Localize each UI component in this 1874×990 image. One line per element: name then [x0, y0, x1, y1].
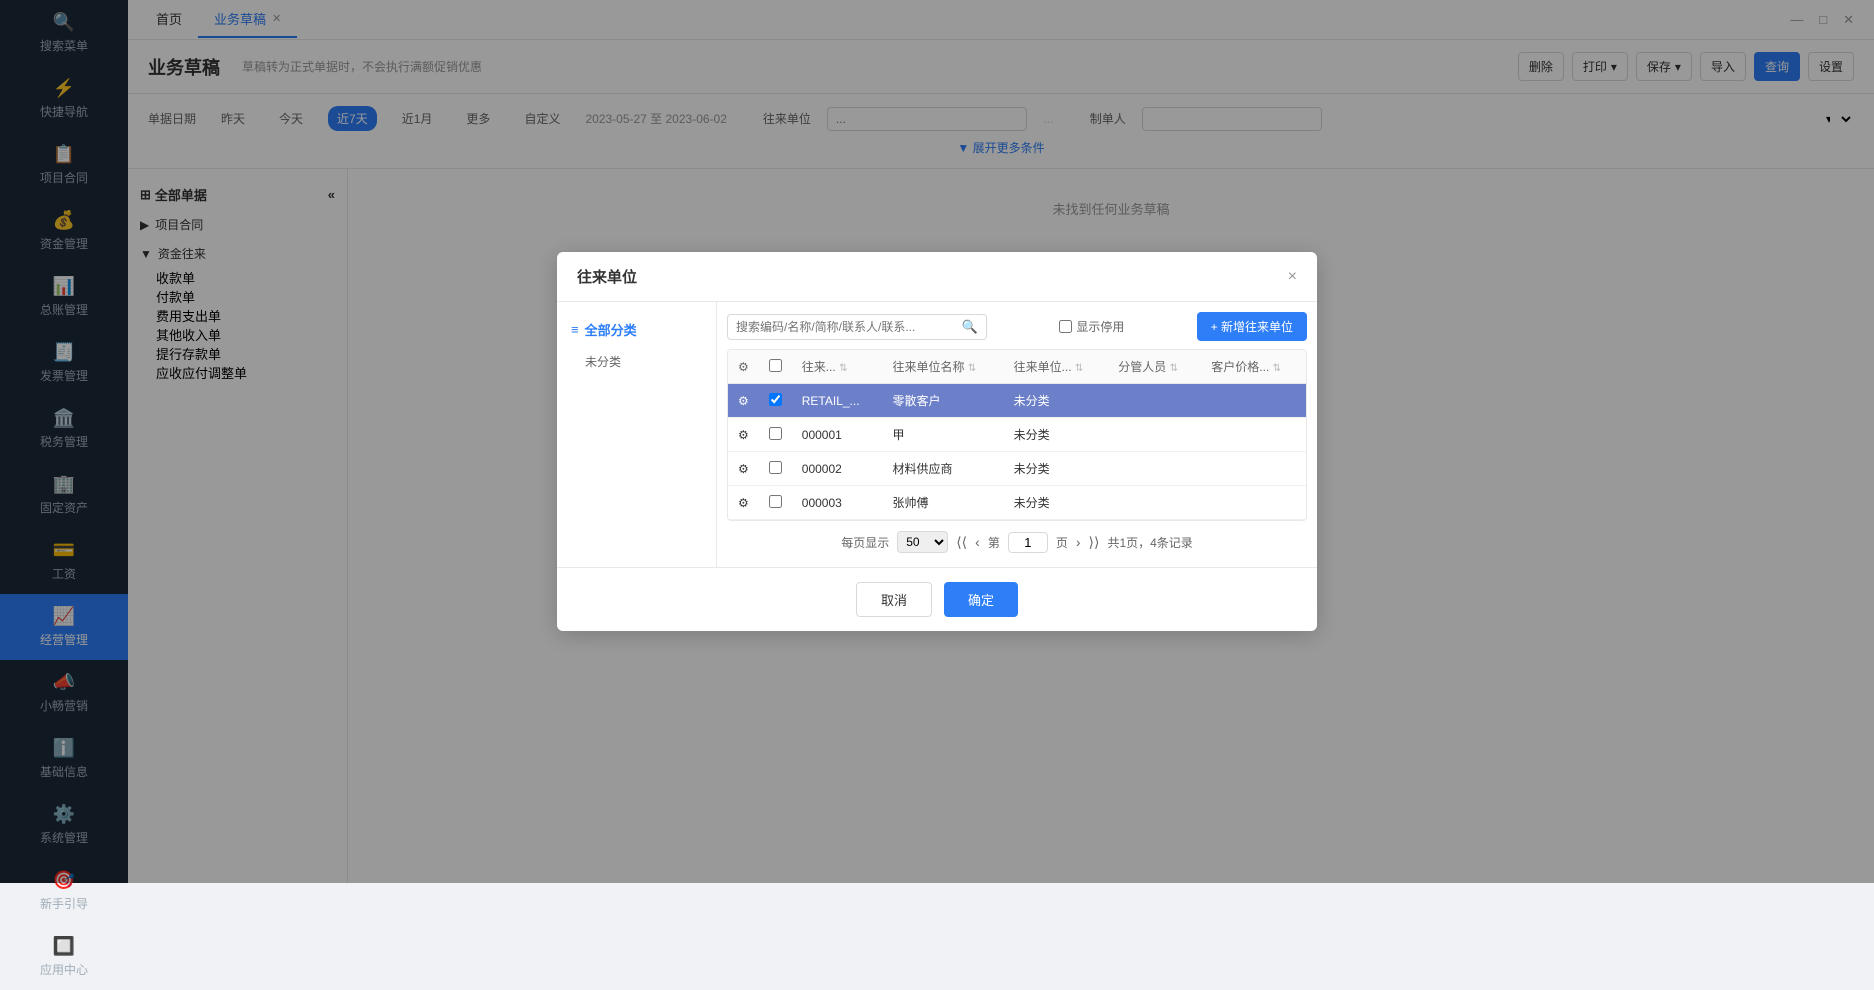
confirm-button[interactable]: 确定: [944, 582, 1018, 617]
first-page-btn[interactable]: ⟨⟨: [956, 534, 967, 551]
col-category[interactable]: 往来单位... ⇅: [1004, 350, 1109, 384]
modal-close-btn[interactable]: ×: [1288, 268, 1297, 286]
row-person: [1108, 486, 1201, 520]
row-person: [1108, 418, 1201, 452]
next-page-btn[interactable]: ›: [1076, 534, 1081, 550]
col-checkbox: [759, 350, 792, 384]
row-checkbox[interactable]: [759, 486, 792, 520]
col-price[interactable]: 客户价格... ⇅: [1201, 350, 1306, 384]
modal-overlay: 往来单位 × ≡ 全部分类 未分类 🔍: [0, 0, 1874, 883]
prev-page-btn[interactable]: ‹: [975, 534, 980, 550]
counterpart-table: ⚙ 往来... ⇅ 往来单位名称 ⇅ 往来单位... ⇅ 分管人员 ⇅ 客户价格…: [728, 350, 1306, 520]
row-person: [1108, 452, 1201, 486]
per-page-select[interactable]: 50 100: [897, 531, 948, 553]
add-counterpart-btn[interactable]: + 新增往来单位: [1197, 312, 1307, 341]
modal-table: ⚙ 往来... ⇅ 往来单位名称 ⇅ 往来单位... ⇅ 分管人员 ⇅ 客户价格…: [727, 349, 1307, 521]
row-checkbox[interactable]: [759, 418, 792, 452]
row-name: 甲: [883, 418, 1004, 452]
row-code: 000003: [792, 486, 883, 520]
modal-title: 往来单位: [577, 266, 637, 287]
row-price: [1201, 452, 1306, 486]
modal-body: ≡ 全部分类 未分类 🔍 显示停用: [557, 302, 1317, 567]
total-label: 共1页，4条记录: [1107, 534, 1192, 551]
modal-header: 往来单位 ×: [557, 252, 1317, 302]
show-disabled-checkbox[interactable]: [1059, 320, 1072, 333]
page-label-post: 页: [1056, 534, 1068, 551]
modal-footer: 取消 确定: [557, 567, 1317, 631]
per-page-label: 每页显示: [841, 534, 889, 551]
modal-right: 🔍 显示停用 + 新增往来单位 ⚙: [717, 302, 1317, 567]
row-settings[interactable]: ⚙: [728, 418, 759, 452]
row-category: 未分类: [1004, 418, 1109, 452]
modal-nav-uncategorized[interactable]: 未分类: [557, 347, 716, 376]
cancel-button[interactable]: 取消: [856, 582, 932, 617]
modal-pagination: 每页显示 50 100 ⟨⟨ ‹ 第 页 › ⟩⟩ 共1页，4条记录: [727, 521, 1307, 557]
row-checkbox[interactable]: [759, 452, 792, 486]
col-settings[interactable]: ⚙: [728, 350, 759, 384]
search-icon: 🔍: [962, 319, 978, 335]
all-categories-icon: ≡: [571, 322, 579, 337]
modal-search-input[interactable]: [736, 320, 956, 334]
row-code: 000002: [792, 452, 883, 486]
row-category: 未分类: [1004, 452, 1109, 486]
modal-nav-all[interactable]: ≡ 全部分类: [557, 312, 716, 347]
row-settings[interactable]: ⚙: [728, 452, 759, 486]
counterpart-modal: 往来单位 × ≡ 全部分类 未分类 🔍: [557, 252, 1317, 631]
modal-left-nav: ≡ 全部分类 未分类: [557, 302, 717, 567]
show-disabled-toggle[interactable]: 显示停用: [1059, 318, 1124, 335]
row-code: 000001: [792, 418, 883, 452]
page-number-input[interactable]: [1008, 532, 1048, 553]
row-name: 零散客户: [883, 384, 1004, 418]
row-settings[interactable]: ⚙: [728, 486, 759, 520]
page-label-pre: 第: [988, 534, 1000, 551]
row-name: 张帅傅: [883, 486, 1004, 520]
row-code: RETAIL_...: [792, 384, 883, 418]
row-category: 未分类: [1004, 486, 1109, 520]
row-checkbox[interactable]: [759, 384, 792, 418]
sidebar-item-appcenter[interactable]: 🔲 应用中心: [0, 924, 128, 990]
row-price: [1201, 486, 1306, 520]
col-code[interactable]: 往来... ⇅: [792, 350, 883, 384]
table-row[interactable]: ⚙ 000003 张帅傅 未分类: [728, 486, 1306, 520]
last-page-btn[interactable]: ⟩⟩: [1089, 534, 1100, 551]
select-all-checkbox[interactable]: [769, 359, 782, 372]
row-name: 材料供应商: [883, 452, 1004, 486]
col-person[interactable]: 分管人员 ⇅: [1108, 350, 1201, 384]
modal-toolbar: 🔍 显示停用 + 新增往来单位: [727, 312, 1307, 341]
row-person: [1108, 384, 1201, 418]
row-settings[interactable]: ⚙: [728, 384, 759, 418]
appcenter-icon: 🔲: [53, 936, 75, 957]
modal-search-box: 🔍: [727, 314, 987, 340]
row-category: 未分类: [1004, 384, 1109, 418]
table-row[interactable]: ⚙ 000002 材料供应商 未分类: [728, 452, 1306, 486]
table-row[interactable]: ⚙ 000001 甲 未分类: [728, 418, 1306, 452]
row-price: [1201, 384, 1306, 418]
col-name[interactable]: 往来单位名称 ⇅: [883, 350, 1004, 384]
row-price: [1201, 418, 1306, 452]
table-row[interactable]: ⚙ RETAIL_... 零散客户 未分类: [728, 384, 1306, 418]
